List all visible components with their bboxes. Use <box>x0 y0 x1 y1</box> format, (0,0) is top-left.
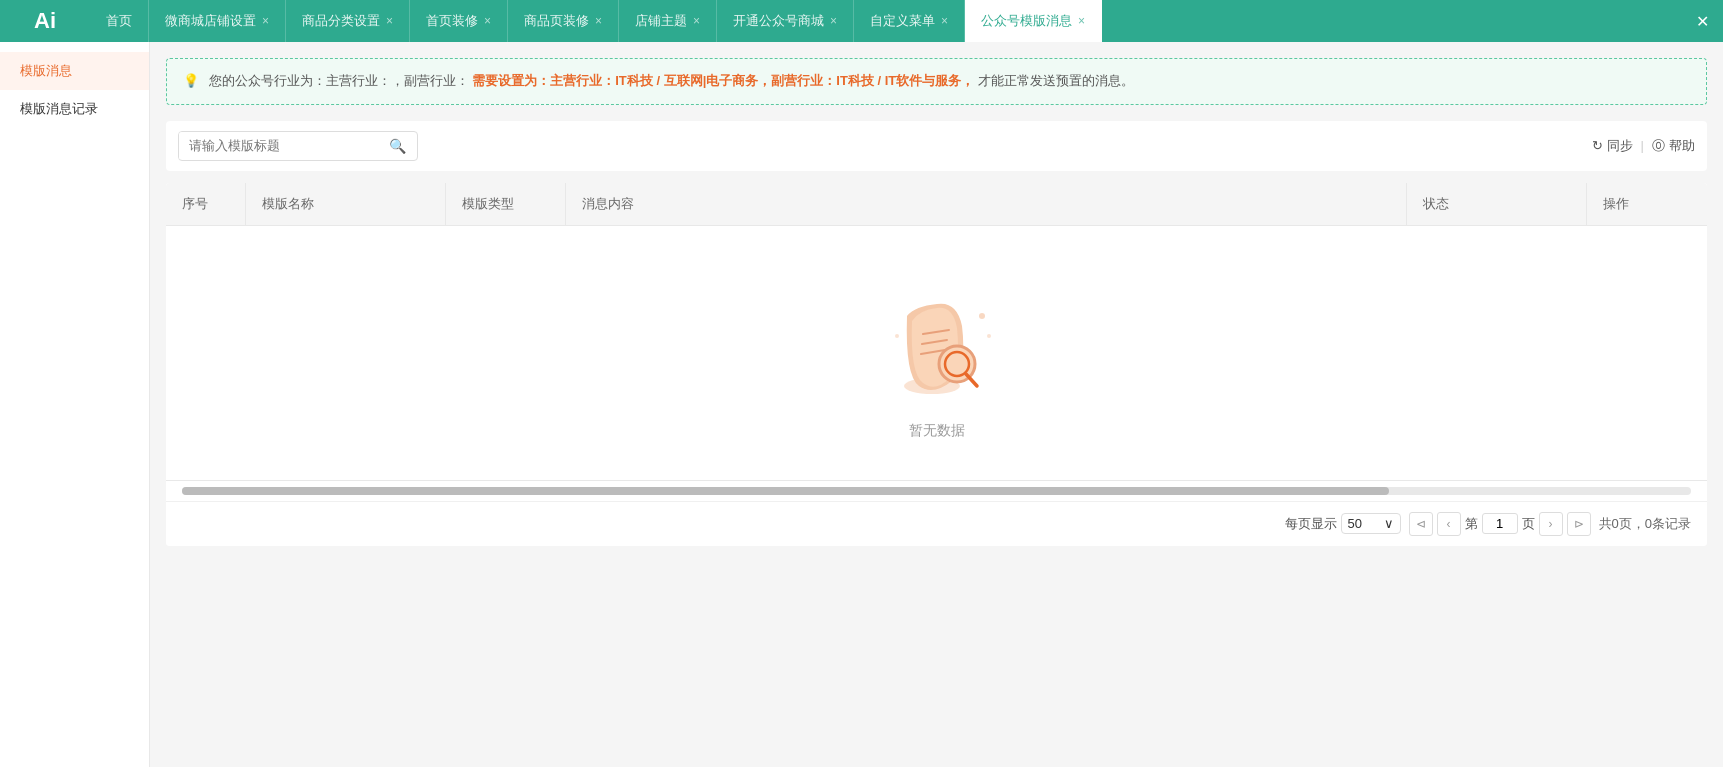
help-label: 帮助 <box>1669 137 1695 155</box>
search-input-wrapper: 🔍 <box>178 131 418 161</box>
close-all-button[interactable]: ✕ <box>1681 0 1723 42</box>
divider: | <box>1641 138 1644 153</box>
col-header-seq: 序号 <box>166 183 246 225</box>
col-header-action: 操作 <box>1587 183 1707 225</box>
chevron-down-icon: ∨ <box>1384 516 1394 531</box>
nav-tab-list: 首页微商城店铺设置×商品分类设置×首页装修×商品页装修×店铺主题×开通公众号商城… <box>90 0 1681 42</box>
sync-label: 同步 <box>1607 137 1633 155</box>
pagination: 每页显示 50 ∨ ⊲ ‹ 第 页 › ⊳ 共0页，0条记录 <box>166 501 1707 546</box>
search-input[interactable] <box>179 132 379 159</box>
close-tab-template-msg[interactable]: × <box>1078 14 1085 28</box>
next-page-button[interactable]: › <box>1539 512 1563 536</box>
page-total: 共0页，0条记录 <box>1599 515 1691 533</box>
col-header-status: 状态 <box>1407 183 1587 225</box>
page-size-dropdown[interactable]: 50 ∨ <box>1341 513 1401 534</box>
close-tab-shop-theme[interactable]: × <box>693 14 700 28</box>
nav-tab-product-decor[interactable]: 商品页装修× <box>508 0 619 42</box>
search-row: 🔍 ↻ 同步 | ⓪ 帮助 <box>166 121 1707 171</box>
content-area: 💡 您的公众号行业为：主营行业：，副营行业： 需要设置为：主营行业：IT科技 /… <box>150 42 1723 767</box>
empty-state: 暂无数据 <box>166 226 1707 480</box>
first-page-button[interactable]: ⊲ <box>1409 512 1433 536</box>
sync-icon: ↻ <box>1592 138 1603 153</box>
nav-tab-shop-theme[interactable]: 店铺主题× <box>619 0 717 42</box>
page-navigation: ⊲ ‹ 第 页 › ⊳ <box>1409 512 1591 536</box>
svg-point-7 <box>979 313 985 319</box>
close-tab-category-settings[interactable]: × <box>386 14 393 28</box>
prev-page-button[interactable]: ‹ <box>1437 512 1461 536</box>
toolbar-right: ↻ 同步 | ⓪ 帮助 <box>1592 137 1695 155</box>
sidebar-item-template-msg-record[interactable]: 模版消息记录 <box>0 90 149 128</box>
nav-tab-template-msg[interactable]: 公众号模版消息× <box>965 0 1102 42</box>
close-tab-shop-settings[interactable]: × <box>262 14 269 28</box>
page-input[interactable] <box>1482 513 1518 534</box>
table-header: 序号 模版名称 模版类型 消息内容 状态 操作 <box>166 183 1707 226</box>
sidebar-item-template-msg[interactable]: 模版消息 <box>0 52 149 90</box>
help-button[interactable]: ⓪ 帮助 <box>1652 137 1695 155</box>
nav-tab-category-settings[interactable]: 商品分类设置× <box>286 0 410 42</box>
last-page-button[interactable]: ⊳ <box>1567 512 1591 536</box>
info-highlight: 需要设置为：主营行业：IT科技 / 互联网|电子商务，副营行业：IT科技 / I… <box>472 73 974 88</box>
empty-icon <box>877 286 997 406</box>
nav-tab-open-mall[interactable]: 开通公众号商城× <box>717 0 854 42</box>
close-tab-product-decor[interactable]: × <box>595 14 602 28</box>
info-prefix: 您的公众号行业为：主营行业：，副营行业： <box>209 73 469 88</box>
top-navigation: Ai 首页微商城店铺设置×商品分类设置×首页装修×商品页装修×店铺主题×开通公众… <box>0 0 1723 42</box>
nav-tab-homepage-decor[interactable]: 首页装修× <box>410 0 508 42</box>
main-layout: 模版消息模版消息记录 💡 您的公众号行业为：主营行业：，副营行业： 需要设置为：… <box>0 42 1723 767</box>
svg-point-8 <box>987 334 991 338</box>
page-size-select: 每页显示 50 ∨ <box>1285 513 1401 534</box>
scrollbar-thumb[interactable] <box>182 487 1389 495</box>
bulb-icon: 💡 <box>183 73 199 88</box>
empty-text: 暂无数据 <box>909 422 965 440</box>
nav-tab-custom-menu[interactable]: 自定义菜单× <box>854 0 965 42</box>
svg-point-9 <box>895 334 899 338</box>
info-banner: 💡 您的公众号行业为：主营行业：，副营行业： 需要设置为：主营行业：IT科技 /… <box>166 58 1707 105</box>
col-header-name: 模版名称 <box>246 183 446 225</box>
search-button[interactable]: 🔍 <box>379 132 416 160</box>
help-icon: ⓪ <box>1652 137 1665 155</box>
page-size-value: 50 <box>1348 516 1362 531</box>
info-suffix: 才能正常发送预置的消息。 <box>978 73 1134 88</box>
nav-tab-shop-settings[interactable]: 微商城店铺设置× <box>149 0 286 42</box>
col-header-content: 消息内容 <box>566 183 1407 225</box>
page-suffix: 页 <box>1522 515 1535 533</box>
app-logo: Ai <box>0 0 90 42</box>
page-prefix: 第 <box>1465 515 1478 533</box>
scrollbar-row <box>166 480 1707 501</box>
sidebar: 模版消息模版消息记录 <box>0 42 150 767</box>
scrollbar-track[interactable] <box>182 487 1691 495</box>
close-tab-homepage-decor[interactable]: × <box>484 14 491 28</box>
table-wrapper: 序号 模版名称 模版类型 消息内容 状态 操作 <box>166 183 1707 546</box>
close-tab-custom-menu[interactable]: × <box>941 14 948 28</box>
sync-button[interactable]: ↻ 同步 <box>1592 137 1633 155</box>
nav-tab-home[interactable]: 首页 <box>90 0 149 42</box>
close-tab-open-mall[interactable]: × <box>830 14 837 28</box>
col-header-type: 模版类型 <box>446 183 566 225</box>
page-size-label: 每页显示 <box>1285 515 1337 533</box>
